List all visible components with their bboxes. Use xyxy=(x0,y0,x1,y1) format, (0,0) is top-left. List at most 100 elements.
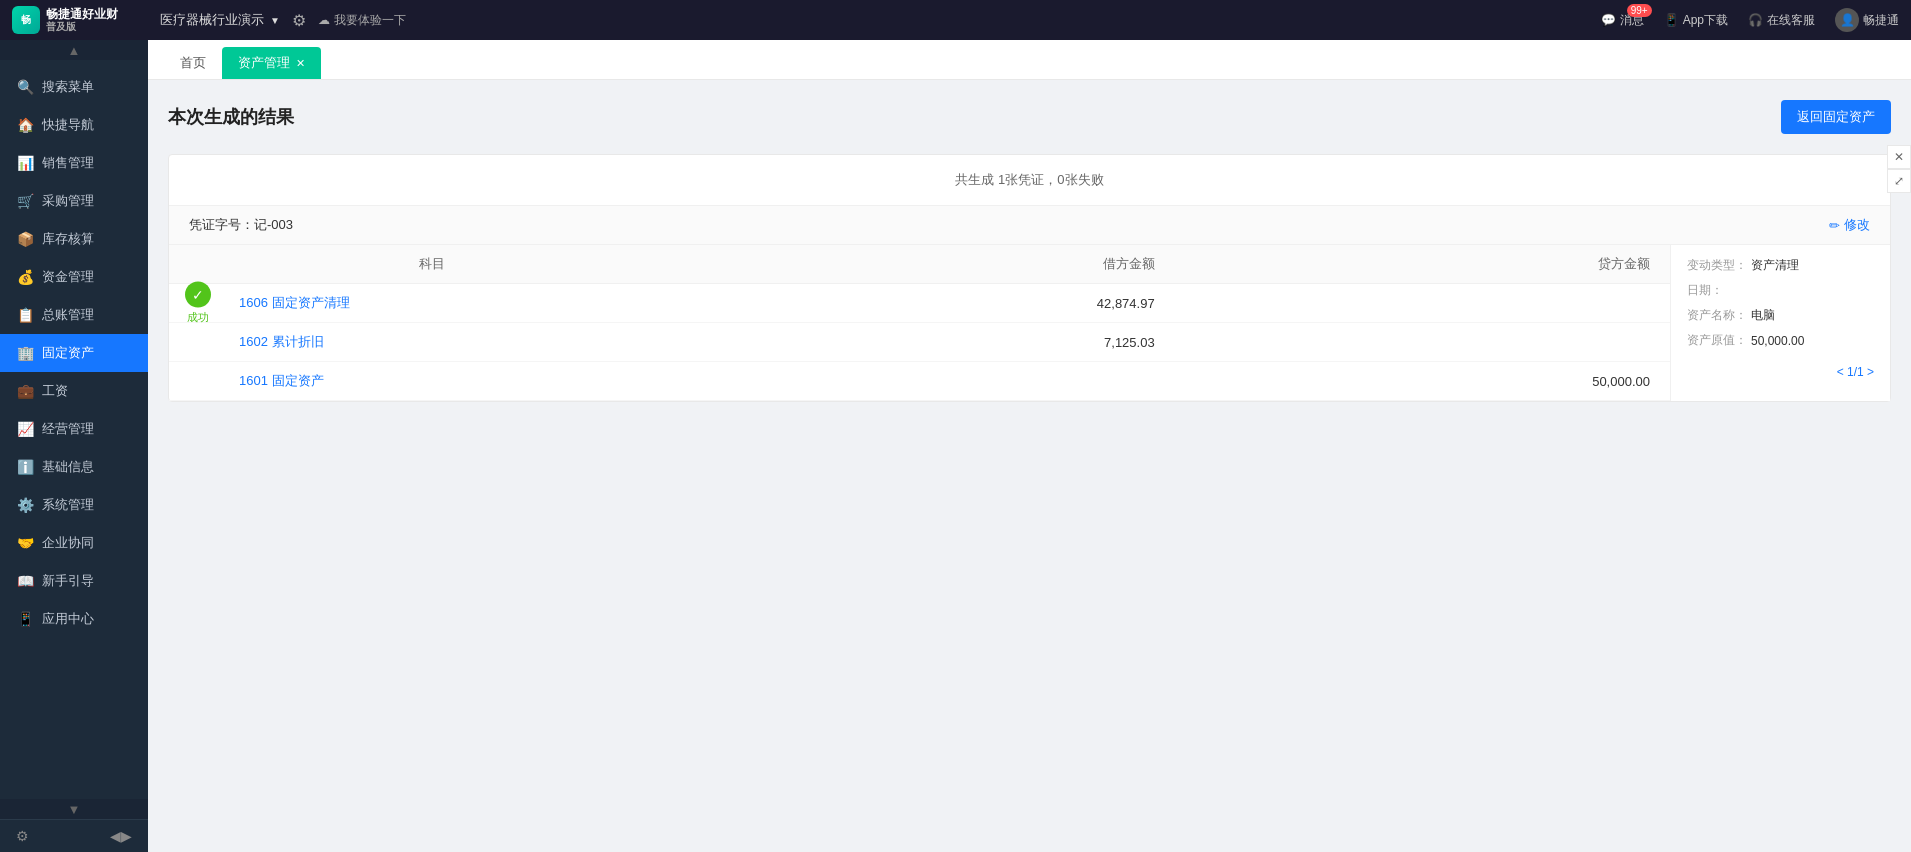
change-type-value: 资产清理 xyxy=(1751,257,1799,274)
settings-footer-icon[interactable]: ⚙ xyxy=(16,828,29,844)
operations-icon: 📈 xyxy=(16,421,34,437)
phone-icon: 📱 xyxy=(1664,13,1679,27)
expand-panel-button[interactable]: ⤢ xyxy=(1887,169,1911,193)
logo-sub-text: 普及版 xyxy=(46,21,118,33)
system-icon: ⚙️ xyxy=(16,497,34,513)
company-name: 医疗器械行业演示 xyxy=(160,11,264,29)
tab-close-icon[interactable]: ✕ xyxy=(296,57,305,70)
company-selector[interactable]: 医疗器械行业演示 ▼ xyxy=(160,11,280,29)
message-badge: 99+ xyxy=(1627,4,1652,17)
sidebar-item-guide[interactable]: 📖 新手引导 xyxy=(0,562,148,600)
table-row: 1602 累计折旧 7,125.03 xyxy=(169,323,1670,362)
page-content: ✕ ⤢ 本次生成的结果 返回固定资产 共生成 1张凭证，0张失败 凭证字号：记-… xyxy=(148,80,1911,852)
experience-label: 我要体验一下 xyxy=(334,12,406,29)
success-text: 成功 xyxy=(187,310,209,325)
table-header-row: 科目 借方金额 贷方金额 xyxy=(169,245,1670,284)
asset-name-row: 资产名称： 电脑 xyxy=(1687,307,1874,324)
asset-name-value: 电脑 xyxy=(1751,307,1775,324)
result-section: 共生成 1张凭证，0张失败 凭证字号：记-003 ✏ 修改 xyxy=(168,154,1891,402)
original-value-label: 资产原值： xyxy=(1687,332,1747,349)
voucher-table-wrap: 科目 借方金额 贷方金额 ✓ xyxy=(169,245,1670,401)
sidebar-item-label: 应用中心 xyxy=(42,610,94,628)
tab-asset-management[interactable]: 资产管理 ✕ xyxy=(222,47,321,79)
sidebar-item-label: 固定资产 xyxy=(42,344,94,362)
subject-link-2[interactable]: 1602 累计折旧 xyxy=(239,334,324,349)
dropdown-icon: ▼ xyxy=(270,15,280,26)
guide-icon: 📖 xyxy=(16,573,34,589)
sidebar-item-inventory[interactable]: 📦 库存核算 xyxy=(0,220,148,258)
table-cell-subject-1: ✓ 成功 1606 固定资产清理 xyxy=(169,284,694,323)
sidebar-item-label: 工资 xyxy=(42,382,68,400)
pagination[interactable]: < 1/1 > xyxy=(1687,357,1874,387)
sidebar-item-search[interactable]: 🔍 搜索菜单 xyxy=(0,68,148,106)
table-cell-debit-1: 42,874.97 xyxy=(694,284,1174,323)
ledger-icon: 📋 xyxy=(16,307,34,323)
table-row: 1601 固定资产 50,000.00 xyxy=(169,362,1670,401)
sidebar-item-payroll[interactable]: 💼 工资 xyxy=(0,372,148,410)
close-panel-button[interactable]: ✕ xyxy=(1887,145,1911,169)
sidebar-scroll-up[interactable]: ▲ xyxy=(0,40,148,60)
sidebar-item-funds[interactable]: 💰 资金管理 xyxy=(0,258,148,296)
col-header-debit: 借方金额 xyxy=(694,245,1174,284)
sidebar-item-purchase[interactable]: 🛒 采购管理 xyxy=(0,182,148,220)
summary-text: 共生成 1张凭证，0张失败 xyxy=(955,172,1103,187)
subject-link-3[interactable]: 1601 固定资产 xyxy=(239,373,324,388)
sales-icon: 📊 xyxy=(16,155,34,171)
table-cell-subject-2: 1602 累计折旧 xyxy=(169,323,694,362)
sidebar-item-app-center[interactable]: 📱 应用中心 xyxy=(0,600,148,638)
settings-icon[interactable]: ⚙ xyxy=(292,11,306,30)
logo-icon: 畅 xyxy=(12,6,40,34)
online-service-button[interactable]: 🎧 在线客服 xyxy=(1748,12,1815,29)
voucher-table: 科目 借方金额 贷方金额 ✓ xyxy=(169,245,1670,401)
original-value-row: 资产原值： 50,000.00 xyxy=(1687,332,1874,349)
app-download-button[interactable]: 📱 App下载 xyxy=(1664,12,1728,29)
side-info-panel: 变动类型： 资产清理 日期： 资产名称： 电脑 xyxy=(1670,245,1890,401)
sidebar-item-basic-info[interactable]: ℹ️ 基础信息 xyxy=(0,448,148,486)
col-header-subject: 科目 xyxy=(169,245,694,284)
sidebar-item-label: 搜索菜单 xyxy=(42,78,94,96)
app-center-icon: 📱 xyxy=(16,611,34,627)
user-profile[interactable]: 👤 畅捷通 xyxy=(1835,8,1899,32)
voucher-number: 凭证字号：记-003 xyxy=(189,216,293,234)
sidebar-item-operations[interactable]: 📈 经营管理 xyxy=(0,410,148,448)
top-bar-right: 💬 消息 99+ 📱 App下载 🎧 在线客服 👤 畅捷通 xyxy=(1601,8,1899,32)
sidebar-item-label: 企业协同 xyxy=(42,534,94,552)
user-avatar: 👤 xyxy=(1835,8,1859,32)
sidebar-item-quick-nav[interactable]: 🏠 快捷导航 xyxy=(0,106,148,144)
tab-home[interactable]: 首页 xyxy=(164,47,222,79)
logo-main-text: 畅捷通好业财 xyxy=(46,7,118,21)
service-icon: 🎧 xyxy=(1748,13,1763,27)
sidebar-item-label: 基础信息 xyxy=(42,458,94,476)
main-layout: ▲ 🔍 搜索菜单 🏠 快捷导航 📊 销售管理 🛒 采购管理 📦 库存核算 xyxy=(0,40,1911,852)
sidebar-item-label: 总账管理 xyxy=(42,306,94,324)
sidebar-item-system[interactable]: ⚙️ 系统管理 xyxy=(0,486,148,524)
sidebar-item-sales[interactable]: 📊 销售管理 xyxy=(0,144,148,182)
home-icon: 🏠 xyxy=(16,117,34,133)
sidebar-item-ledger[interactable]: 📋 总账管理 xyxy=(0,296,148,334)
message-icon: 💬 xyxy=(1601,13,1616,27)
sidebar-item-fixed-assets[interactable]: 🏢 固定资产 xyxy=(0,334,148,372)
original-value-value: 50,000.00 xyxy=(1751,334,1804,348)
return-button[interactable]: 返回固定资产 xyxy=(1781,100,1891,134)
tab-home-label: 首页 xyxy=(180,54,206,72)
sidebar-item-label: 系统管理 xyxy=(42,496,94,514)
table-cell-credit-3: 50,000.00 xyxy=(1175,362,1670,401)
subject-link-1[interactable]: 1606 固定资产清理 xyxy=(239,295,350,310)
sidebar-item-enterprise[interactable]: 🤝 企业协同 xyxy=(0,524,148,562)
cloud-icon: ☁ xyxy=(318,13,330,27)
message-button[interactable]: 💬 消息 99+ xyxy=(1601,12,1644,29)
top-bar-center: 医疗器械行业演示 ▼ ⚙ ☁ 我要体验一下 xyxy=(160,11,1601,30)
sidebar-item-label: 资金管理 xyxy=(42,268,94,286)
search-icon: 🔍 xyxy=(16,79,34,95)
top-bar: 畅 畅捷通好业财 普及版 医疗器械行业演示 ▼ ⚙ ☁ 我要体验一下 💬 消息 … xyxy=(0,0,1911,40)
sidebar-scroll-down[interactable]: ▼ xyxy=(0,799,148,819)
sidebar-nav: 🔍 搜索菜单 🏠 快捷导航 📊 销售管理 🛒 采购管理 📦 库存核算 💰 xyxy=(0,60,148,799)
sidebar-item-label: 销售管理 xyxy=(42,154,94,172)
enterprise-icon: 🤝 xyxy=(16,535,34,551)
experience-button[interactable]: ☁ 我要体验一下 xyxy=(318,12,406,29)
content-area: 首页 资产管理 ✕ ✕ ⤢ 本次生成的结果 返回固定资产 xyxy=(148,40,1911,852)
change-type-row: 变动类型： 资产清理 xyxy=(1687,257,1874,274)
table-cell-debit-2: 7,125.03 xyxy=(694,323,1174,362)
collapse-sidebar-icon[interactable]: ◀▶ xyxy=(110,828,132,844)
edit-button[interactable]: ✏ 修改 xyxy=(1829,216,1870,234)
